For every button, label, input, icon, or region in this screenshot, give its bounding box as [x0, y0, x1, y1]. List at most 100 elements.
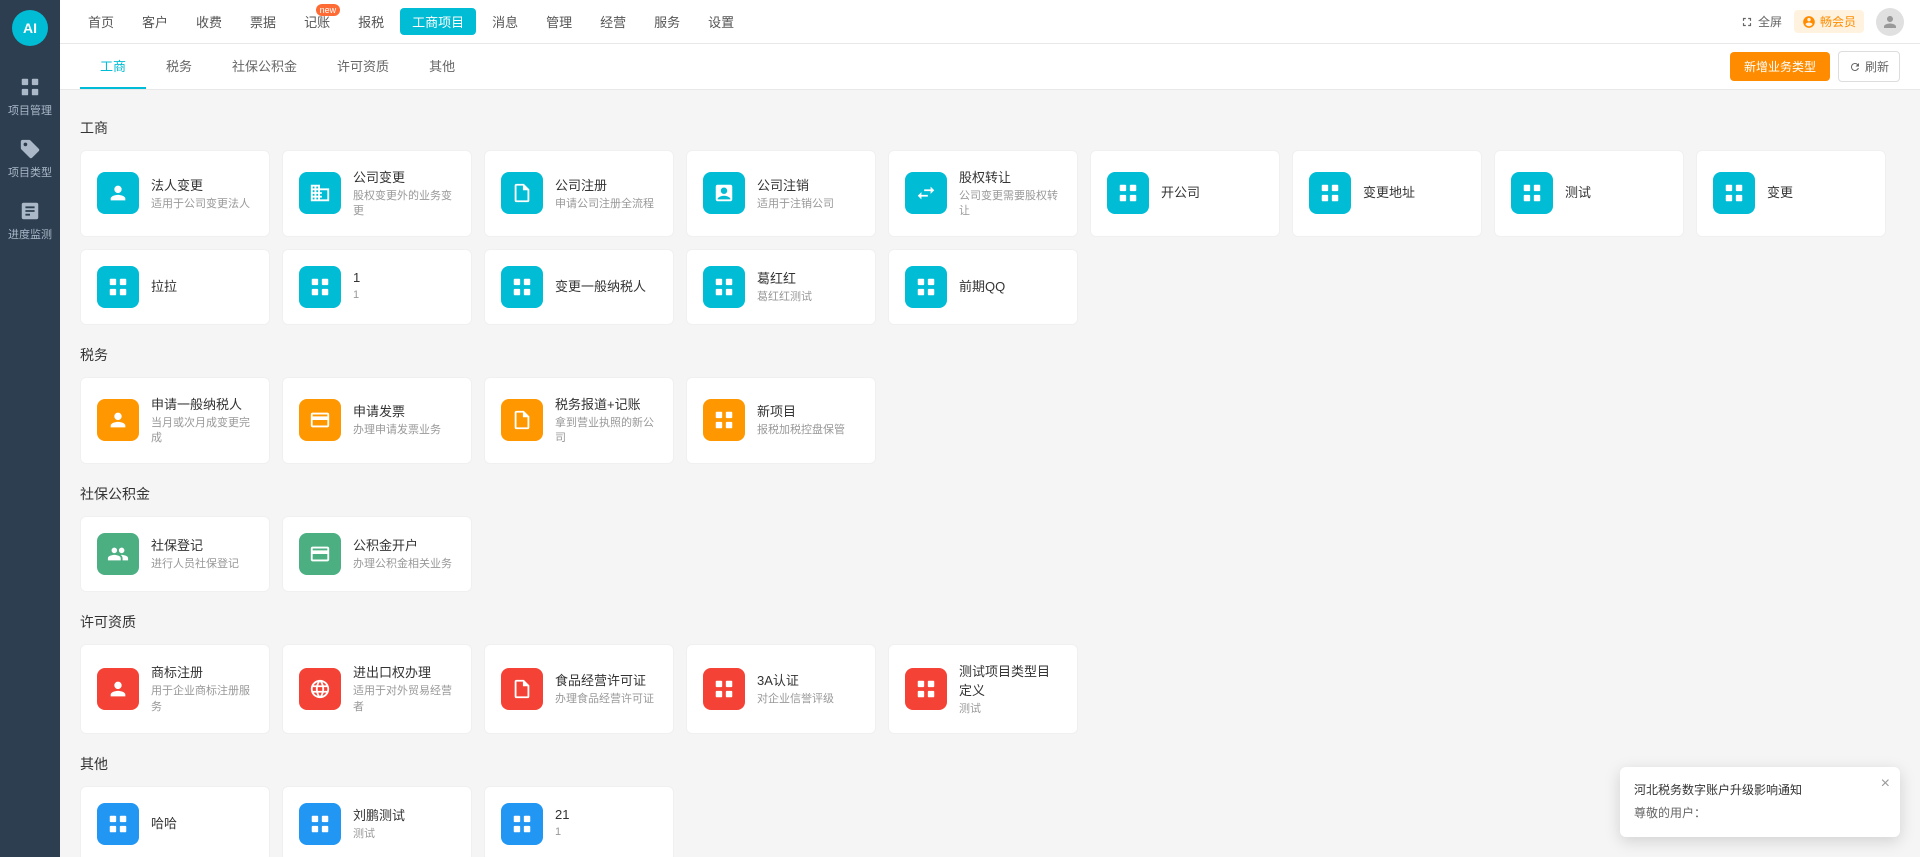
card-icon-earlyqq — [905, 266, 947, 308]
card-liupeng-test[interactable]: 刘鹏测试 测试 — [282, 786, 472, 857]
notification-close-btn[interactable]: × — [1881, 775, 1890, 793]
fullscreen-btn[interactable]: 全屏 — [1740, 13, 1782, 30]
card-title: 1 — [353, 270, 455, 285]
tab-industry[interactable]: 工商 — [80, 44, 146, 89]
nav-tax[interactable]: 报税 — [346, 8, 396, 35]
card-title: 3A认证 — [757, 670, 859, 689]
card-icon-liupeng-test — [299, 803, 341, 845]
card-num21[interactable]: 21 1 — [484, 786, 674, 857]
sidebar-item-project-type[interactable]: 项目类型 — [0, 128, 60, 190]
card-title: 变更 — [1767, 182, 1869, 201]
card-title: 变更地址 — [1363, 182, 1465, 201]
card-title: 进出口权办理 — [353, 662, 455, 681]
card-desc: 当月或次月成变更完成 — [151, 416, 253, 447]
card-company-change[interactable]: 公司变更 股权变更外的业务变更 — [282, 150, 472, 237]
card-change-taxpayer[interactable]: 变更一般纳税人 — [484, 249, 674, 325]
avatar[interactable] — [1876, 8, 1904, 36]
card-icon-num1 — [299, 266, 341, 308]
card-food-license[interactable]: 食品经营许可证 办理食品经营许可证 — [484, 644, 674, 734]
card-equity-transfer[interactable]: 股权转让 公司变更需要股权转让 — [888, 150, 1078, 237]
card-apply-taxpayer[interactable]: 申请一般纳税人 当月或次月成变更完成 — [80, 377, 270, 464]
card-open-company[interactable]: 开公司 — [1090, 150, 1280, 237]
nav-client[interactable]: 客户 — [130, 8, 180, 35]
card-num1[interactable]: 1 1 — [282, 249, 472, 325]
card-title: 税务报道+记账 — [555, 394, 657, 413]
card-icon-mhh — [703, 266, 745, 308]
card-desc: 办理食品经营许可证 — [555, 692, 657, 707]
card-legal-change[interactable]: 法人变更 适用于公司变更法人 — [80, 150, 270, 237]
sidebar-item-progress-monitor[interactable]: 进度监测 — [0, 190, 60, 252]
tab-license[interactable]: 许可资质 — [317, 44, 409, 89]
tab-tax[interactable]: 税务 — [146, 44, 212, 89]
card-change-address[interactable]: 变更地址 — [1292, 150, 1482, 237]
card-title: 公司注销 — [757, 175, 859, 194]
card-desc: 办理申请发票业务 — [353, 423, 455, 438]
add-business-type-btn[interactable]: 新增业务类型 — [1730, 52, 1830, 81]
card-title: 21 — [555, 807, 657, 822]
card-icon-test1 — [1511, 172, 1553, 214]
card-title: 社保登记 — [151, 535, 253, 554]
card-company-register[interactable]: 公司注册 申请公司注册全流程 — [484, 150, 674, 237]
card-title: 变更一般纳税人 — [555, 276, 657, 295]
nav-industry[interactable]: 工商项目 — [400, 8, 476, 35]
card-import-export[interactable]: 进出口权办理 适用于对外贸易经营者 — [282, 644, 472, 734]
svg-text:AI: AI — [23, 20, 37, 36]
chart-icon — [19, 200, 41, 222]
card-tax-report-accounting[interactable]: 税务报道+记账 拿到营业执照的新公司 — [484, 377, 674, 464]
card-title: 测试 — [1565, 182, 1667, 201]
card-title: 公积金开户 — [353, 535, 455, 554]
nav-home[interactable]: 首页 — [76, 8, 126, 35]
nav-billing[interactable]: 收费 — [184, 8, 234, 35]
card-apply-invoice[interactable]: 申请发票 办理申请发票业务 — [282, 377, 472, 464]
card-desc: 进行人员社保登记 — [151, 557, 253, 572]
member-btn[interactable]: 畅会员 — [1794, 10, 1864, 33]
sub-tabs: 工商 税务 社保公积金 许可资质 其他 — [80, 44, 475, 89]
card-desc: 对企业信誉评级 — [757, 692, 859, 707]
tax-cards-grid: 申请一般纳税人 当月或次月成变更完成 申请发票 办理申请发票业务 — [80, 377, 1900, 464]
notification-popup: × 河北税务数字账户升级影响通知 尊敬的用户： — [1620, 767, 1900, 837]
card-desc: 1 — [555, 825, 657, 840]
nav-accounting[interactable]: 记账 new — [292, 8, 342, 35]
card-title: 拉拉 — [151, 276, 253, 295]
nav-invoice[interactable]: 票据 — [238, 8, 288, 35]
nav-service[interactable]: 服务 — [642, 8, 692, 35]
tab-social[interactable]: 社保公积金 — [212, 44, 317, 89]
card-icon-test-type — [905, 668, 947, 710]
notification-body: 尊敬的用户： — [1634, 804, 1886, 823]
card-change1[interactable]: 变更 — [1696, 150, 1886, 237]
card-test-type[interactable]: 测试项目类型目定义 测试 — [888, 644, 1078, 734]
card-3a-cert[interactable]: 3A认证 对企业信誉评级 — [686, 644, 876, 734]
card-company-cancel[interactable]: 公司注销 适用于注销公司 — [686, 150, 876, 237]
app-logo[interactable]: AI — [12, 10, 48, 46]
card-desc: 适用于公司变更法人 — [151, 197, 253, 212]
card-new-project[interactable]: 新项目 报税加税控盘保管 — [686, 377, 876, 464]
card-title: 新项目 — [757, 401, 859, 420]
tab-other[interactable]: 其他 — [409, 44, 475, 89]
nav-message[interactable]: 消息 — [480, 8, 530, 35]
refresh-btn[interactable]: 刷新 — [1838, 51, 1900, 82]
industry-cards-grid: 法人变更 适用于公司变更法人 公司变更 股权变更外的业务变更 — [80, 150, 1900, 325]
card-title: 葛红红 — [757, 268, 859, 287]
card-desc: 用于企业商标注册服务 — [151, 684, 253, 715]
nav-management[interactable]: 管理 — [534, 8, 584, 35]
card-icon-change1 — [1713, 172, 1755, 214]
card-icon-import-export — [299, 668, 341, 710]
card-test1[interactable]: 测试 — [1494, 150, 1684, 237]
card-title: 开公司 — [1161, 182, 1263, 201]
card-title: 商标注册 — [151, 662, 253, 681]
card-fund-account[interactable]: 公积金开户 办理公积金相关业务 — [282, 516, 472, 592]
card-earlyqq[interactable]: 前期QQ — [888, 249, 1078, 325]
nav-operation[interactable]: 经营 — [588, 8, 638, 35]
card-icon-change-taxpayer — [501, 266, 543, 308]
card-icon-open-company — [1107, 172, 1149, 214]
sidebar-item-project-mgmt[interactable]: 项目管理 — [0, 66, 60, 128]
nav-settings[interactable]: 设置 — [696, 8, 746, 35]
card-lala[interactable]: 拉拉 — [80, 249, 270, 325]
card-desc: 适用于注销公司 — [757, 197, 859, 212]
card-social-register[interactable]: 社保登记 进行人员社保登记 — [80, 516, 270, 592]
section-title-social: 社保公积金 — [80, 484, 1900, 504]
card-trademark[interactable]: 商标注册 用于企业商标注册服务 — [80, 644, 270, 734]
card-haha[interactable]: 哈哈 — [80, 786, 270, 857]
card-icon-change-address — [1309, 172, 1351, 214]
card-mhh[interactable]: 葛红红 葛红红测试 — [686, 249, 876, 325]
